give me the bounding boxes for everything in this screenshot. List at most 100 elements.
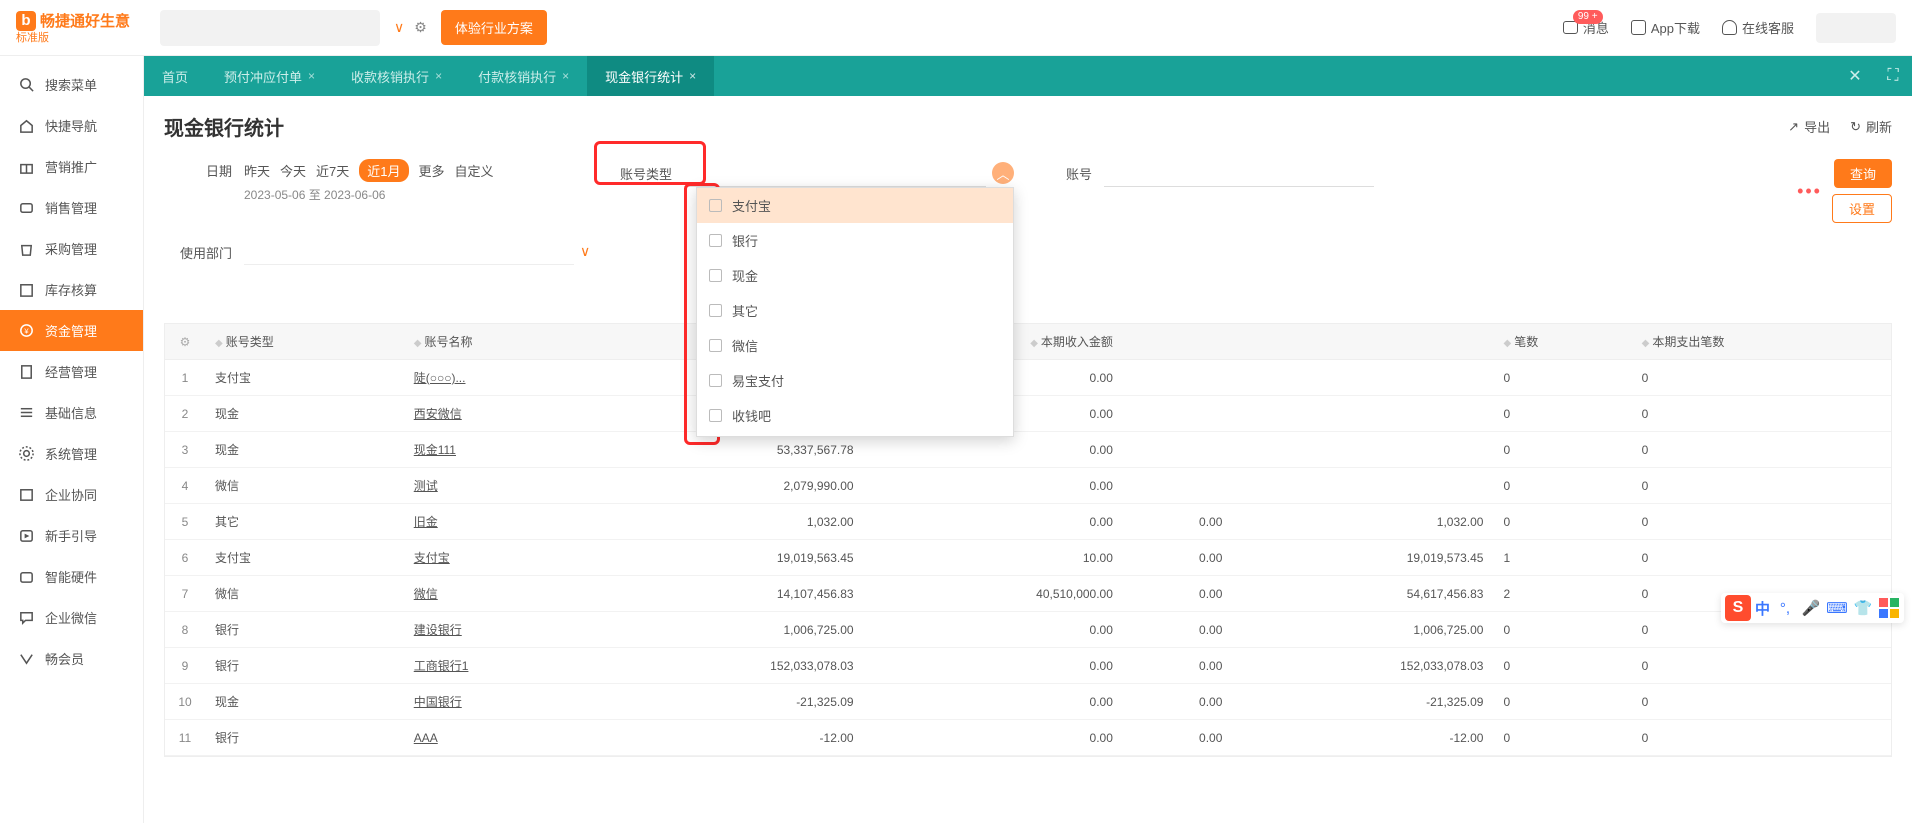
dropdown-option[interactable]: 微信 [697,328,1013,363]
cell-name[interactable]: 工商银行1 [404,648,603,684]
sidebar-item-9[interactable]: 系统管理 [0,433,143,474]
cell-name[interactable]: 西安微信 [404,396,603,432]
messages-link[interactable]: 99 + 消息 [1563,18,1609,37]
cell-name[interactable]: 支付宝 [404,540,603,576]
date-option[interactable]: 更多 [419,161,445,180]
avatar[interactable] [1816,13,1896,43]
table-row: 5 其它 旧金 1,032.00 0.00 0.00 1,032.00 0 0 [165,504,1891,540]
cell-name[interactable]: 中国银行 [404,684,603,720]
tab-0[interactable]: 首页 [144,56,206,96]
app-download-link[interactable]: App下载 [1631,18,1700,37]
date-option[interactable]: 近1月 [359,159,408,182]
cell-out-count: 0 [1632,468,1891,504]
account-type-input[interactable] [684,159,986,187]
cell-count: 0 [1493,468,1631,504]
ime-mic-icon[interactable]: 🎤 [1800,597,1822,619]
checkbox-icon [709,199,722,212]
column-header[interactable] [1232,324,1493,360]
dropdown-option[interactable]: 支付宝 [697,188,1013,223]
table-row: 4 微信 测试 2,079,990.00 0.00 0 0 [165,468,1891,504]
sidebar-item-2[interactable]: 营销推广 [0,146,143,187]
sidebar-item-6[interactable]: ¥资金管理 [0,310,143,351]
date-option[interactable]: 自定义 [455,161,494,180]
chevron-down-icon[interactable]: ∨ [580,243,590,260]
close-icon[interactable]: × [435,69,442,83]
ime-apps-icon[interactable] [1878,597,1900,619]
account-type-dropdown[interactable]: 支付宝银行现金其它微信易宝支付收钱吧长沙银行 [696,187,1014,437]
refresh-label: 刷新 [1866,117,1892,136]
sidebar-item-5[interactable]: 库存核算 [0,269,143,310]
ime-lang-label[interactable]: 中 [1755,598,1770,619]
tab-fullscreen[interactable]: ⛶ [1874,56,1912,96]
sidebar-item-3[interactable]: 销售管理 [0,187,143,228]
cell-name[interactable]: 陡(○○○)... [404,360,603,396]
gear-icon[interactable]: ⚙ [414,19,427,36]
dropdown-option[interactable]: 易宝支付 [697,363,1013,398]
brand-edition: 标准版 [16,29,49,45]
column-header[interactable]: ◆本期支出笔数 [1632,324,1891,360]
brand-icon: b [16,11,36,31]
dropdown-option[interactable]: 银行 [697,223,1013,258]
tab-1[interactable]: 预付冲应付单× [206,56,333,96]
ime-keyboard-icon[interactable]: ⌨ [1826,597,1848,619]
cell-name[interactable]: AAA [404,720,603,756]
company-select[interactable] [160,10,380,46]
bars-icon [18,404,35,421]
sidebar-item-11[interactable]: 新手引导 [0,515,143,556]
export-button[interactable]: ↗ 导出 [1788,117,1830,136]
sidebar-item-1[interactable]: 快捷导航 [0,105,143,146]
column-header[interactable]: ◆账号类型 [205,324,404,360]
sidebar-item-10[interactable]: 企业协同 [0,474,143,515]
support-link[interactable]: 在线客服 [1722,18,1794,37]
cell-type: 现金 [205,684,404,720]
column-header[interactable]: ◆账号名称 [404,324,603,360]
sidebar-item-7[interactable]: 经营管理 [0,351,143,392]
tab-close-all[interactable]: ✕ [1836,56,1874,96]
tab-3[interactable]: 付款核销执行× [460,56,587,96]
date-option[interactable]: 近7天 [316,161,349,180]
more-filters-button[interactable]: ••• [1797,181,1822,202]
column-header[interactable] [1123,324,1232,360]
close-icon[interactable]: × [689,69,696,83]
date-option[interactable]: 昨天 [244,161,270,180]
query-button[interactable]: 查询 [1834,159,1892,188]
sidebar-item-14[interactable]: 畅会员 [0,638,143,679]
sidebar-item-13[interactable]: 企业微信 [0,597,143,638]
industry-button[interactable]: 体验行业方案 [441,10,547,45]
collapse-toggle[interactable]: ︿ [992,162,1014,184]
sidebar-item-0[interactable]: 搜索菜单 [0,64,143,105]
ime-punct-icon[interactable]: °, [1774,597,1796,619]
account-input[interactable] [1104,159,1374,187]
settings-button[interactable]: 设置 [1832,194,1892,223]
cell-type: 银行 [205,612,404,648]
dropdown-option[interactable]: 长沙银行 [697,433,1013,437]
sidebar-item-label: 采购管理 [45,239,97,258]
close-icon[interactable]: × [308,69,315,83]
cell-name[interactable]: 测试 [404,468,603,504]
tab-2[interactable]: 收款核销执行× [333,56,460,96]
cell-name[interactable]: 现金111 [404,432,603,468]
sidebar-item-4[interactable]: 采购管理 [0,228,143,269]
chevron-down-icon[interactable]: ∨ [394,19,404,36]
table-settings-icon[interactable]: ⚙ [165,324,205,360]
date-option[interactable]: 今天 [280,161,306,180]
ime-skin-icon[interactable]: 👕 [1852,597,1874,619]
sidebar-item-12[interactable]: 智能硬件 [0,556,143,597]
tab-4[interactable]: 现金银行统计× [587,56,714,96]
sidebar-item-8[interactable]: 基础信息 [0,392,143,433]
close-icon[interactable]: × [562,69,569,83]
cell-name[interactable]: 微信 [404,576,603,612]
cell-name[interactable]: 旧金 [404,504,603,540]
dropdown-option[interactable]: 现金 [697,258,1013,293]
dropdown-option[interactable]: 收钱吧 [697,398,1013,433]
dropdown-option[interactable]: 其它 [697,293,1013,328]
sidebar-item-label: 库存核算 [45,280,97,299]
svg-text:¥: ¥ [24,326,29,335]
sort-icon: ◆ [414,338,422,349]
dept-input[interactable] [244,237,574,265]
column-header[interactable]: ◆笔数 [1493,324,1631,360]
cell-name[interactable]: 建设银行 [404,612,603,648]
refresh-button[interactable]: ↻ 刷新 [1850,117,1892,136]
logo: b 畅捷通好生意 标准版 [16,10,146,45]
cell-out-count: 0 [1632,684,1891,720]
